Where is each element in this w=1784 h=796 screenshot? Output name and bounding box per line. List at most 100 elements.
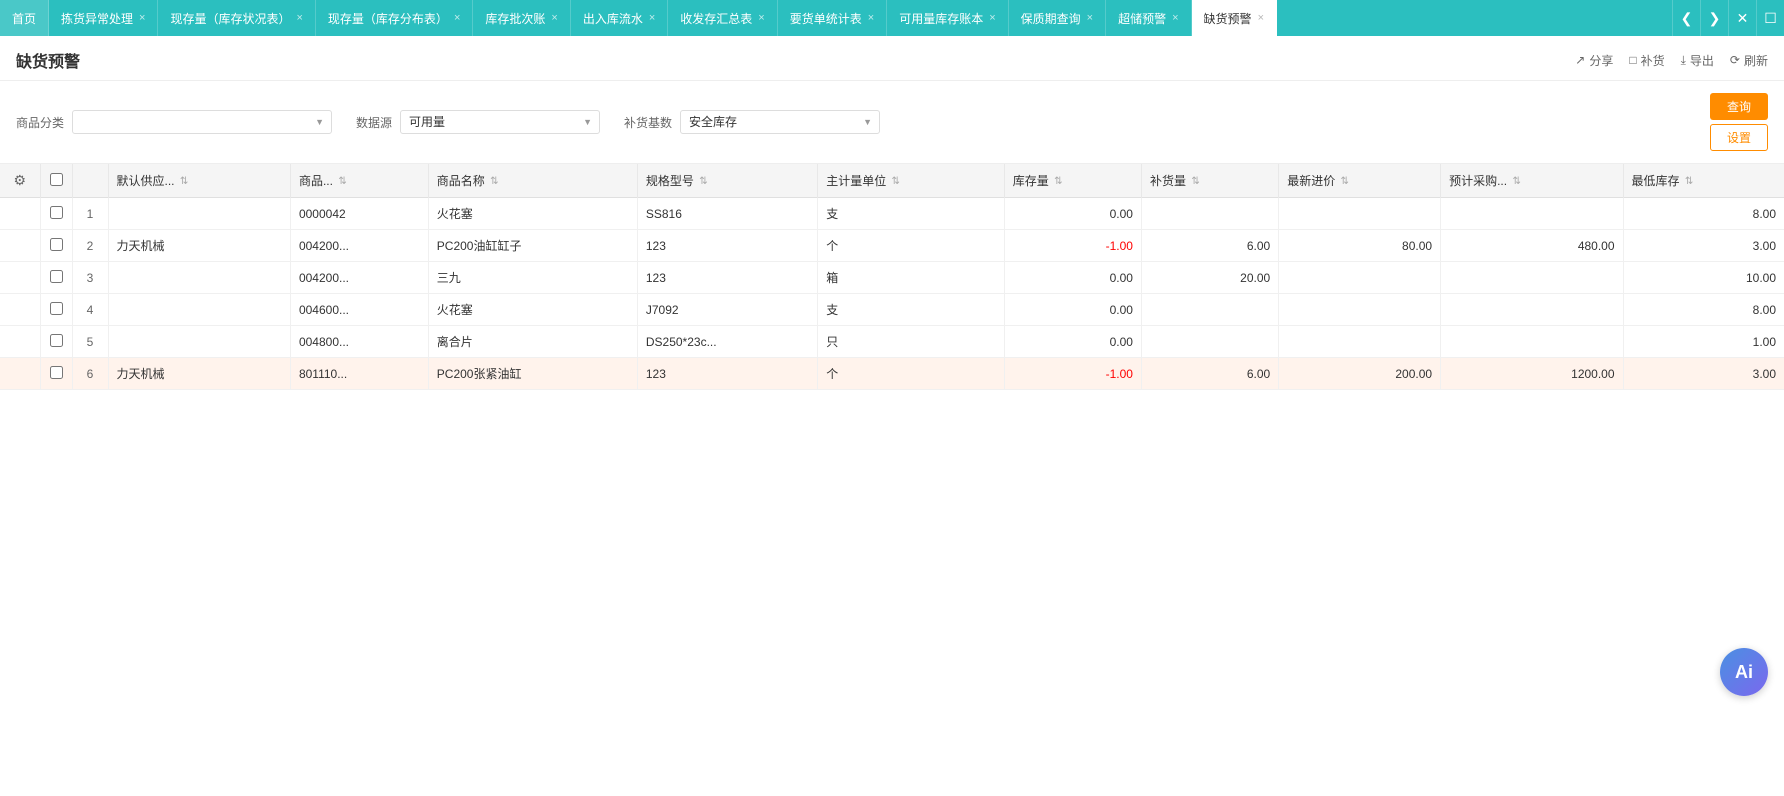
tab-inventory-dist[interactable]: 现存量（库存分布表） × [316,0,473,36]
row-checkbox-cell[interactable] [40,326,72,358]
tab-shortage[interactable]: 缺货预警 × [1192,0,1277,36]
th-replenish[interactable]: 补货量 ⇅ [1141,164,1278,198]
table-row: 1 0000042 火花塞 SS816 支 0.00 8.00 [0,198,1784,230]
row-checkbox-cell[interactable] [40,262,72,294]
tab-next-button[interactable]: ❯ [1700,0,1728,36]
category-select[interactable] [72,110,332,134]
tab-close-all-button[interactable]: ✕ [1728,0,1756,36]
row-est-purchase: 480.00 [1441,230,1623,262]
export-button[interactable]: ⤓ 导出 [1681,52,1714,69]
ai-badge[interactable]: Ai [1720,648,1768,696]
row-number: 2 [72,230,108,262]
sort-icon: ⇅ [1685,176,1693,187]
row-checkbox-cell[interactable] [40,358,72,390]
close-icon[interactable]: × [1258,12,1264,24]
row-settings [0,358,40,390]
close-icon[interactable]: × [649,12,655,24]
refresh-button[interactable]: ⟳ 刷新 [1730,52,1768,69]
tab-batch-account[interactable]: 库存批次账 × [473,0,570,36]
close-icon[interactable]: × [868,12,874,24]
row-code: 0000042 [290,198,428,230]
gear-icon[interactable]: ⚙ [13,172,26,189]
close-icon[interactable]: × [758,12,764,24]
replenish-base-label: 补货基数 [624,114,672,131]
row-checkbox-cell[interactable] [40,230,72,262]
tab-inventory-dist-label: 现存量（库存分布表） [328,10,448,27]
query-button[interactable]: 查询 [1710,93,1768,120]
row-unit: 支 [818,198,1005,230]
row-checkbox-cell[interactable] [40,198,72,230]
row-latest-price [1279,262,1441,294]
row-stock: 0.00 [1004,262,1141,294]
close-icon[interactable]: × [296,12,302,24]
row-supplier [108,262,290,294]
close-icon[interactable]: × [1172,12,1178,24]
tab-prev-button[interactable]: ❮ [1672,0,1700,36]
row-min-stock: 8.00 [1623,294,1784,326]
tab-expiry-query[interactable]: 保质期查询 × [1009,0,1106,36]
th-code[interactable]: 商品... ⇅ [290,164,428,198]
tab-maximize-button[interactable]: ☐ [1756,0,1784,36]
th-latest-price[interactable]: 最新进价 ⇅ [1279,164,1441,198]
share-button[interactable]: ↗ 分享 [1575,52,1613,69]
row-checkbox[interactable] [50,366,63,379]
row-spec: J7092 [637,294,817,326]
close-icon[interactable]: × [454,12,460,24]
setting-button[interactable]: 设置 [1710,124,1768,151]
data-table: ⚙ 默认供应... ⇅ 商品... ⇅ 商品名称 [0,164,1784,390]
row-checkbox[interactable] [50,206,63,219]
tab-available-ledger[interactable]: 可用量库存账本 × [887,0,1008,36]
row-checkbox[interactable] [50,270,63,283]
th-est-purchase[interactable]: 预计采购... ⇅ [1441,164,1623,198]
tab-overstock-label: 超储预警 [1118,10,1166,27]
sort-icon: ⇅ [699,176,707,187]
tab-inout-flow[interactable]: 出入库流水 × [571,0,668,36]
select-all-checkbox[interactable] [50,173,63,186]
row-name: 火花塞 [428,198,637,230]
replenish-label: 补货 [1641,52,1665,69]
sort-icon: ⇅ [1341,176,1349,187]
th-checkbox[interactable] [40,164,72,198]
row-code: 004200... [290,230,428,262]
tab-order-stats[interactable]: 要货单统计表 × [778,0,887,36]
th-min-stock[interactable]: 最低库存 ⇅ [1623,164,1784,198]
tab-nav-buttons: ❮ ❯ ✕ ☐ [1672,0,1784,36]
row-number: 5 [72,326,108,358]
th-latest-price-label: 最新进价 [1287,174,1335,188]
row-checkbox[interactable] [50,302,63,315]
th-spec[interactable]: 规格型号 ⇅ [637,164,817,198]
row-checkbox-cell[interactable] [40,294,72,326]
tab-home-label: 首页 [12,10,36,27]
th-name[interactable]: 商品名称 ⇅ [428,164,637,198]
table-wrap: ⚙ 默认供应... ⇅ 商品... ⇅ 商品名称 [0,164,1784,390]
sort-icon: ⇅ [1054,176,1062,187]
close-icon[interactable]: × [989,12,995,24]
datasource-select[interactable]: 可用量 库存量 [400,110,600,134]
tab-overstock[interactable]: 超储预警 × [1106,0,1191,36]
th-unit[interactable]: 主计量单位 ⇅ [818,164,1005,198]
close-icon[interactable]: × [551,12,557,24]
close-icon[interactable]: × [139,12,145,24]
row-settings [0,294,40,326]
close-icon[interactable]: × [1087,12,1093,24]
th-stock[interactable]: 库存量 ⇅ [1004,164,1141,198]
filter-actions: 查询 设置 [1710,93,1768,151]
datasource-filter-group: 数据源 可用量 库存量 [356,110,600,134]
tab-collect-summary[interactable]: 收发存汇总表 × [668,0,777,36]
tab-inventory-status[interactable]: 现存量（库存状况表） × [158,0,315,36]
row-settings [0,262,40,294]
row-min-stock: 8.00 [1623,198,1784,230]
th-supplier[interactable]: 默认供应... ⇅ [108,164,290,198]
replenish-base-select[interactable]: 安全库存 最低库存 [680,110,880,134]
tab-home[interactable]: 首页 [0,0,49,36]
th-settings[interactable]: ⚙ [0,164,40,198]
row-min-stock: 3.00 [1623,358,1784,390]
row-replenish: 6.00 [1141,358,1278,390]
row-number: 3 [72,262,108,294]
row-checkbox[interactable] [50,334,63,347]
replenish-button[interactable]: □ 补货 [1629,52,1664,69]
table-body: 1 0000042 火花塞 SS816 支 0.00 8.00 2 力天机械 0… [0,198,1784,390]
tab-pick-exception[interactable]: 拣货异常处理 × [49,0,158,36]
tab-available-ledger-label: 可用量库存账本 [899,10,983,27]
row-checkbox[interactable] [50,238,63,251]
